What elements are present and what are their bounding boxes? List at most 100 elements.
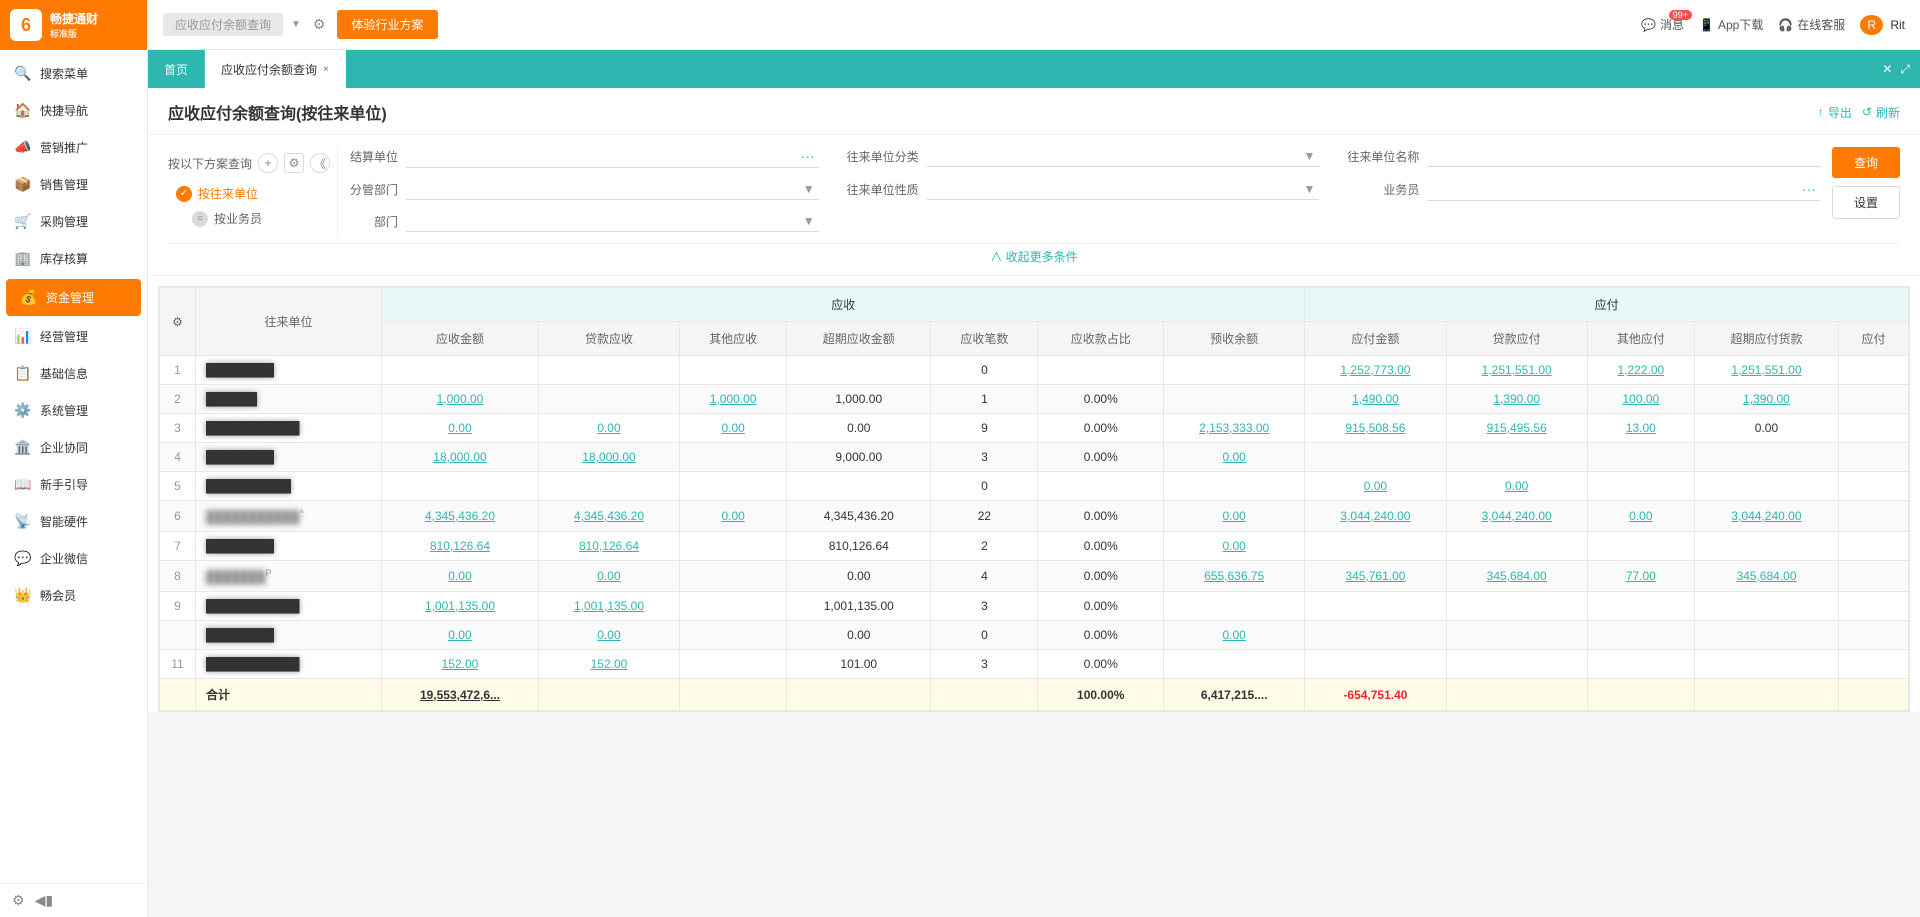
breadcrumb-chevron-down-icon[interactable]: ▼ [291, 19, 301, 30]
sidebar-item-purchase[interactable]: 🛒 采购管理 [0, 203, 147, 240]
row-pay-amt[interactable]: 0.00 [1305, 472, 1446, 501]
department-select[interactable]: ▼ [406, 211, 819, 232]
row-other-recv[interactable]: 1,000.00 [680, 385, 787, 414]
row-prepay-bal[interactable]: 0.00 [1164, 532, 1305, 561]
sidebar-item-quick-nav[interactable]: 🏠 快捷导航 [0, 92, 147, 129]
row-overdue-pay[interactable]: 1,251,551.00 [1694, 356, 1838, 385]
table-settings-icon[interactable]: ⚙ [172, 315, 183, 329]
sidebar-item-fund[interactable]: 💰 资金管理 [6, 279, 141, 316]
row-recv-amt[interactable]: 152.00 [382, 650, 539, 679]
branch-dept-select[interactable]: ▼ [406, 179, 819, 200]
row-recv-amt[interactable]: 18,000.00 [382, 443, 539, 472]
row-other-pay[interactable]: 13.00 [1587, 414, 1694, 443]
row-overdue-pay[interactable]: 345,684.00 [1694, 561, 1838, 592]
row-other-pay[interactable]: 0.00 [1587, 501, 1694, 532]
sidebar-item-member[interactable]: 👑 畅会员 [0, 577, 147, 614]
row-pay-amt[interactable]: 345,761.00 [1305, 561, 1446, 592]
window-close-icon[interactable]: ✕ [1882, 62, 1892, 76]
row-pay-amt[interactable]: 1,490.00 [1305, 385, 1446, 414]
plan-item-salesperson[interactable]: ○ 按业务员 [168, 206, 337, 231]
sidebar-item-operations[interactable]: 📊 经营管理 [0, 318, 147, 355]
export-button[interactable]: ↑ 导出 [1818, 104, 1852, 121]
row-recv-amt[interactable]: 0.00 [382, 561, 539, 592]
th-pay-amt: 应付金额 [1305, 322, 1446, 356]
row-recv-amt[interactable]: 1,000.00 [382, 385, 539, 414]
row-other-recv[interactable]: 0.00 [680, 501, 787, 532]
settings-footer-icon[interactable]: ⚙ [12, 892, 25, 909]
row-loan-pay[interactable]: 915,495.56 [1446, 414, 1587, 443]
row-overdue-pay[interactable]: 1,390.00 [1694, 385, 1838, 414]
row-pay-amt[interactable]: 1,252,773.00 [1305, 356, 1446, 385]
query-button[interactable]: 查询 [1832, 147, 1900, 178]
row-loan-recv[interactable]: 810,126.64 [538, 532, 679, 561]
row-other-recv[interactable]: 0.00 [680, 414, 787, 443]
row-loan-recv[interactable]: 0.00 [538, 414, 679, 443]
sidebar-item-system[interactable]: ⚙️ 系统管理 [0, 392, 147, 429]
salesperson-ellipsis-icon[interactable]: ··· [1802, 181, 1816, 197]
row-loan-pay[interactable]: 345,684.00 [1446, 561, 1587, 592]
sidebar-item-hardware[interactable]: 📡 智能硬件 [0, 503, 147, 540]
app-download-wrap[interactable]: 📱 App下载 [1699, 16, 1763, 33]
row-loan-pay[interactable]: 3,044,240.00 [1446, 501, 1587, 532]
salesperson-input[interactable]: ··· [1427, 178, 1820, 201]
customer-type-select[interactable]: ▼ [927, 179, 1320, 200]
row-loan-pay[interactable]: 1,390.00 [1446, 385, 1587, 414]
row-recv-amt[interactable]: 4,345,436.20 [382, 501, 539, 532]
tab-close-icon[interactable]: × [323, 64, 329, 75]
row-loan-pay[interactable]: 1,251,551.00 [1446, 356, 1587, 385]
collapse-footer-icon[interactable]: ◀▮ [35, 892, 53, 909]
sidebar-item-inventory[interactable]: 🏢 库存核算 [0, 240, 147, 277]
sidebar-item-base[interactable]: 📋 基础信息 [0, 355, 147, 392]
sidebar-item-guide[interactable]: 📖 新手引导 [0, 466, 147, 503]
row-loan-recv[interactable]: 152.00 [538, 650, 679, 679]
row-prepay-bal[interactable]: 2,153,333.00 [1164, 414, 1305, 443]
footer-recv-total[interactable]: 19,553,472,6... [382, 679, 539, 711]
row-loan-recv[interactable]: 1,001,135.00 [538, 592, 679, 621]
row-recv-amt[interactable]: 0.00 [382, 414, 539, 443]
row-other-pay[interactable]: 1,222.00 [1587, 356, 1694, 385]
support-wrap[interactable]: 🎧 在线客服 [1778, 16, 1845, 33]
set-button[interactable]: 设置 [1832, 186, 1900, 219]
customer-name-input[interactable] [1427, 146, 1820, 167]
row-pay-amt[interactable]: 915,508.56 [1305, 414, 1446, 443]
refresh-button[interactable]: ↺ 刷新 [1862, 104, 1900, 121]
topbar-gear-icon[interactable]: ⚙ [309, 12, 330, 37]
sidebar-item-wechat[interactable]: 💬 企业微信 [0, 540, 147, 577]
row-overdue-pay[interactable]: 3,044,240.00 [1694, 501, 1838, 532]
row-loan-recv[interactable]: 18,000.00 [538, 443, 679, 472]
plan-settings-icon[interactable]: ⚙ [284, 153, 304, 173]
plan-collapse-icon[interactable]: 《 [310, 153, 330, 173]
tab-query[interactable]: 应收应付余额查询 × [205, 50, 346, 88]
row-loan-recv[interactable]: 0.00 [538, 561, 679, 592]
row-loan-recv[interactable]: 0.00 [538, 621, 679, 650]
message-wrap[interactable]: 💬 消息 99+ [1641, 16, 1684, 33]
th-settings[interactable]: ⚙ [160, 288, 196, 356]
row-recv-amt[interactable]: 0.00 [382, 621, 539, 650]
user-display[interactable]: R Rit [1860, 18, 1905, 32]
tab-home[interactable]: 首页 [148, 50, 205, 88]
row-prepay-bal[interactable]: 0.00 [1164, 501, 1305, 532]
add-plan-button[interactable]: + [258, 153, 278, 173]
row-loan-pay[interactable]: 0.00 [1446, 472, 1587, 501]
customer-category-select[interactable]: ▼ [927, 146, 1320, 167]
export-icon: ↑ [1818, 105, 1824, 119]
settlement-ellipsis-icon[interactable]: ··· [801, 148, 815, 164]
plan-item-partner[interactable]: ✓ 按往来单位 [168, 181, 337, 206]
settlement-input[interactable]: ··· [406, 145, 819, 168]
window-expand-icon[interactable]: ⤢ [1900, 62, 1910, 77]
row-recv-amt[interactable]: 810,126.64 [382, 532, 539, 561]
sidebar-item-search[interactable]: 🔍 搜索菜单 [0, 55, 147, 92]
row-prepay-bal[interactable]: 0.00 [1164, 621, 1305, 650]
sidebar-item-sales[interactable]: 📦 销售管理 [0, 166, 147, 203]
collapse-button[interactable]: ∧ 收起更多条件 [990, 250, 1077, 264]
solution-button[interactable]: 体验行业方案 [337, 10, 437, 39]
row-loan-recv[interactable]: 4,345,436.20 [538, 501, 679, 532]
row-other-pay[interactable]: 100.00 [1587, 385, 1694, 414]
row-other-pay[interactable]: 77.00 [1587, 561, 1694, 592]
row-prepay-bal[interactable]: 0.00 [1164, 443, 1305, 472]
sidebar-item-marketing[interactable]: 📣 营销推广 [0, 129, 147, 166]
row-recv-amt[interactable]: 1,001,135.00 [382, 592, 539, 621]
row-pay-amt[interactable]: 3,044,240.00 [1305, 501, 1446, 532]
sidebar-item-enterprise[interactable]: 🏛️ 企业协同 [0, 429, 147, 466]
row-prepay-bal[interactable]: 655,636.75 [1164, 561, 1305, 592]
